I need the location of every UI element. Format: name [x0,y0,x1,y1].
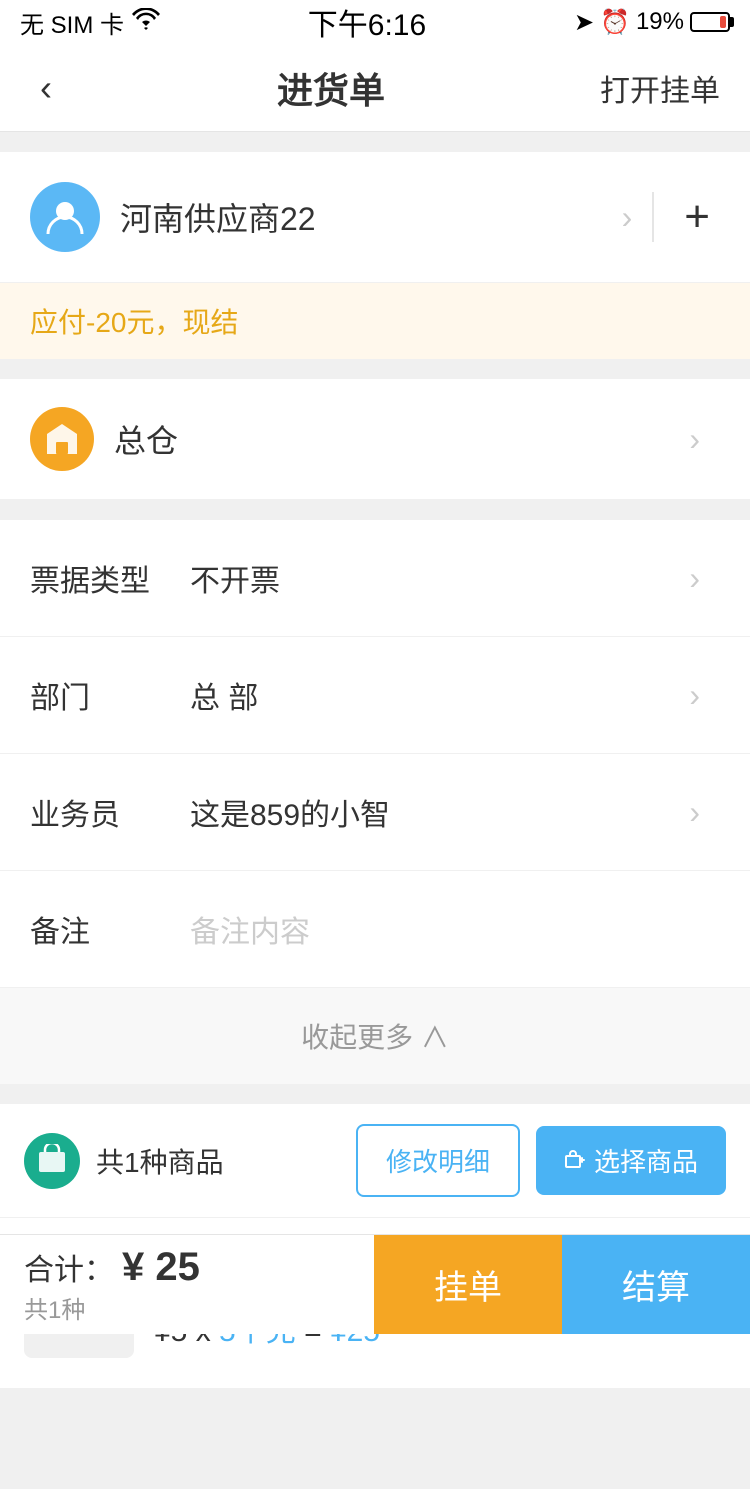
select-product-button[interactable]: 选择商品 [536,1126,726,1195]
note-label: 备注 [30,907,170,951]
collapse-label: 收起更多 ∧ [301,1016,449,1056]
carrier-text: 无 SIM 卡 [20,5,124,40]
warehouse-card[interactable]: 总仓 › [0,379,750,500]
status-bar: 无 SIM 卡 下午6:16 ➤ ⏰ 19% [0,0,750,44]
alarm-icon: ⏰ [600,8,630,37]
salesperson-label: 业务员 [30,790,170,834]
invoice-type-value: 不开票 [170,556,689,600]
section-gap-2 [0,359,750,379]
section-gap-1 [0,132,750,152]
product-count-icon [24,1133,80,1189]
total-sub: 共1种 [24,1290,350,1325]
battery-icon [690,12,730,32]
total-line: 合计： ¥ 25 [24,1245,350,1290]
total-amount: ¥ 25 [122,1245,200,1290]
bottom-total: 合计： ¥ 25 共1种 [0,1235,374,1334]
supplier-chevron-icon: › [622,199,633,236]
pending-label: 挂单 [434,1260,502,1309]
battery-text: 19% [636,8,684,36]
notice-banner: 应付-20元，现结 [0,283,750,359]
status-time: 下午6:16 [308,0,426,44]
warehouse-chevron-icon: › [689,421,700,458]
salesperson-value: 这是859的小智 [170,790,689,834]
add-supplier-button[interactable]: + [674,192,720,242]
open-pending-button[interactable]: 打开挂单 [600,66,720,110]
form-section: 票据类型 不开票 › 部门 总 部 › 业务员 这是859的小智 › 备注 备注… [0,520,750,988]
supplier-row[interactable]: 河南供应商22 › + [0,152,750,283]
warehouse-label: 总仓 [114,416,689,462]
salesperson-row[interactable]: 业务员 这是859的小智 › [0,754,750,871]
note-row[interactable]: 备注 备注内容 [0,871,750,988]
invoice-type-chevron-icon: › [689,560,700,597]
department-value: 总 部 [170,673,689,717]
bottom-bar: 合计： ¥ 25 共1种 挂单 结算 [0,1234,750,1334]
total-label: 合计： [24,1245,114,1289]
products-header: 共1种商品 修改明细 选择商品 [0,1104,750,1218]
checkout-label: 结算 [622,1260,690,1309]
collapse-row[interactable]: 收起更多 ∧ [0,988,750,1084]
department-label: 部门 [30,673,170,717]
salesperson-chevron-icon: › [689,794,700,831]
page-title: 进货单 [277,62,385,114]
warehouse-row[interactable]: 总仓 › [0,379,750,500]
warehouse-icon [30,407,94,471]
supplier-divider [652,192,654,242]
back-button[interactable]: ‹ [30,57,62,119]
department-row[interactable]: 部门 总 部 › [0,637,750,754]
product-count-text: 共1种商品 [96,1141,340,1181]
supplier-card: 河南供应商22 › + 应付-20元，现结 [0,152,750,359]
status-left: 无 SIM 卡 [20,5,160,40]
checkout-button[interactable]: 结算 [562,1235,750,1334]
invoice-type-label: 票据类型 [30,556,170,600]
nav-bar: ‹ 进货单 打开挂单 [0,44,750,132]
invoice-type-row[interactable]: 票据类型 不开票 › [0,520,750,637]
pending-button[interactable]: 挂单 [374,1235,562,1334]
cart-icon [564,1150,586,1172]
supplier-name: 河南供应商22 [120,194,622,240]
supplier-avatar [30,182,100,252]
bottom-spacer [0,1389,750,1489]
wifi-icon [132,8,160,36]
select-product-label: 选择商品 [594,1142,698,1179]
department-chevron-icon: › [689,677,700,714]
edit-detail-button[interactable]: 修改明细 [356,1124,520,1197]
status-right: ➤ ⏰ 19% [574,8,730,37]
note-value: 备注内容 [170,907,720,951]
location-icon: ➤ [574,8,594,37]
